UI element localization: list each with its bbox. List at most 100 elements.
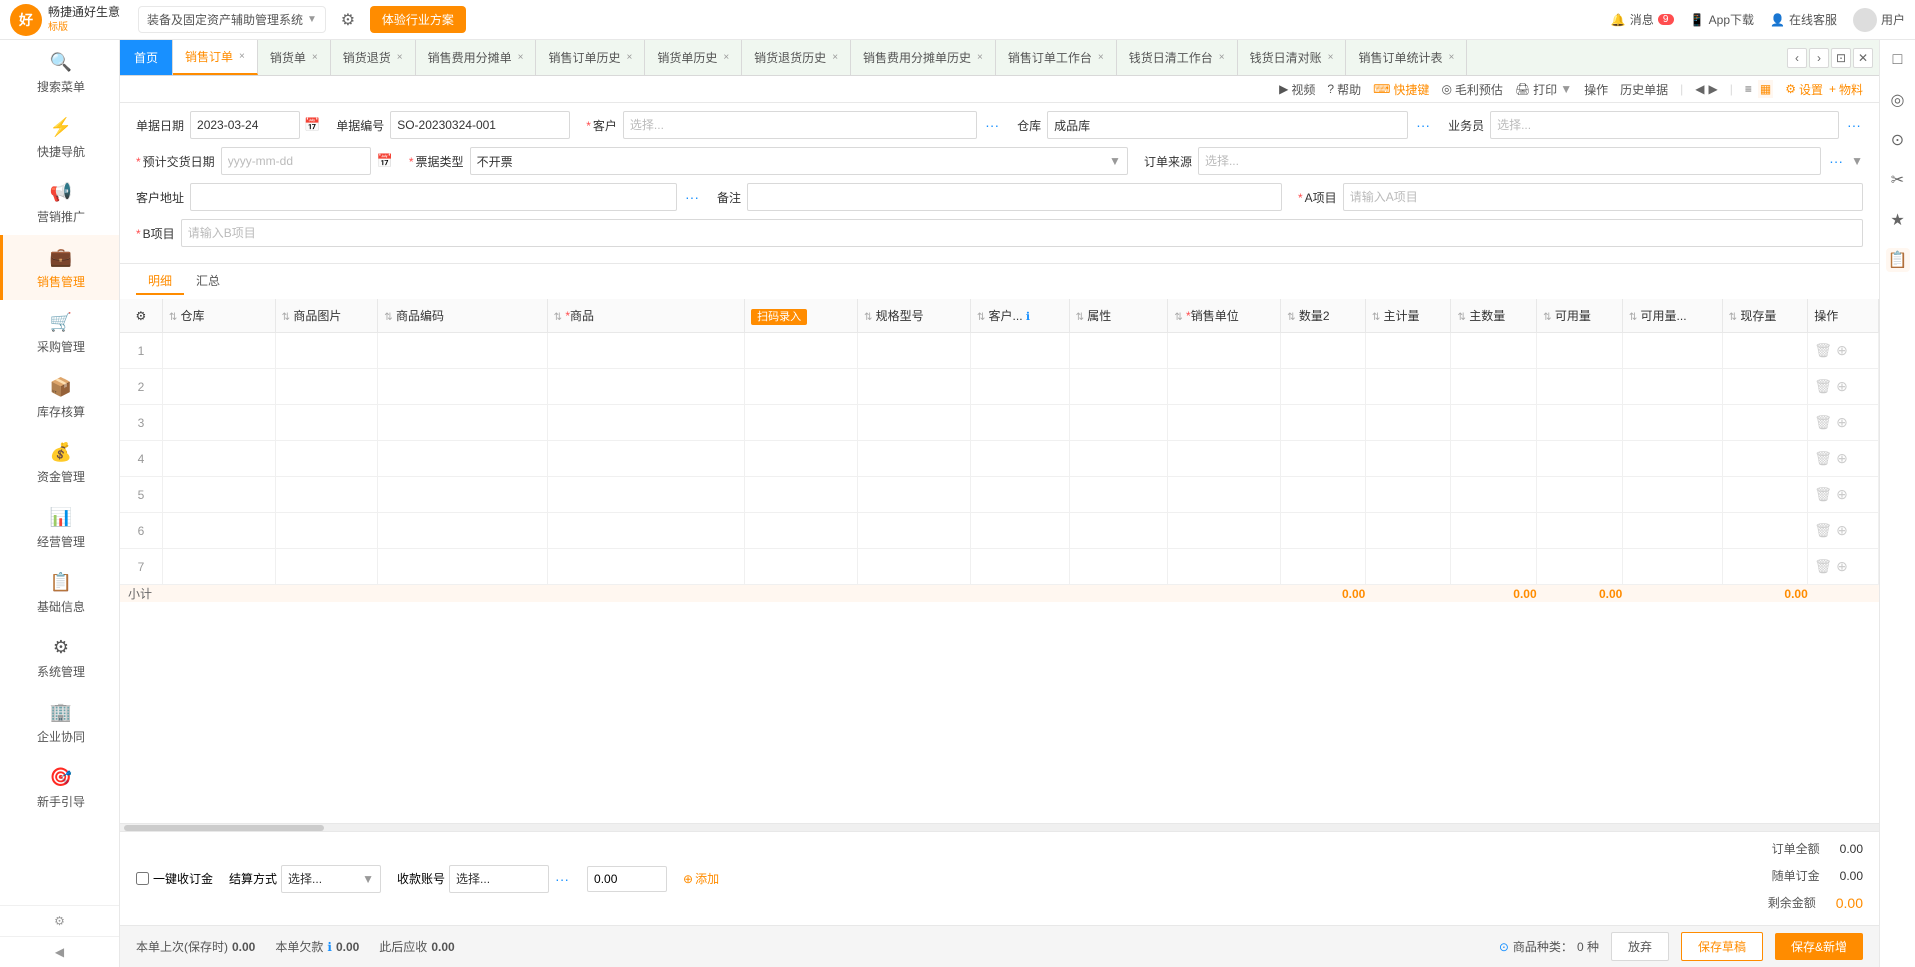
row-spec[interactable] <box>857 549 970 585</box>
tab-close-1[interactable]: × <box>239 51 245 62</box>
row-product[interactable] <box>547 369 745 405</box>
calendar-icon[interactable]: 📅 <box>304 117 320 133</box>
row-scan[interactable] <box>745 549 858 585</box>
operation-btn[interactable]: 操作 <box>1584 81 1608 98</box>
row-image[interactable] <box>275 333 378 369</box>
account-expand-btn[interactable]: ··· <box>553 871 571 887</box>
right-icon-1[interactable]: □ <box>1886 48 1910 72</box>
row-image[interactable] <box>275 405 378 441</box>
shortcut-btn[interactable]: ⌨ 快捷键 <box>1373 81 1429 98</box>
row-warehouse[interactable] <box>162 477 275 513</box>
row-main-qty[interactable] <box>1451 369 1537 405</box>
copy-icon[interactable]: ⊕ <box>1836 486 1848 503</box>
copy-icon[interactable]: ⊕ <box>1836 450 1848 467</box>
row-avail2[interactable] <box>1622 405 1722 441</box>
scroll-thumb[interactable] <box>124 825 324 831</box>
row-main-qty[interactable] <box>1451 333 1537 369</box>
row-spec[interactable] <box>857 369 970 405</box>
row-stock[interactable] <box>1722 513 1808 549</box>
help-btn[interactable]: ? 帮助 <box>1327 81 1361 98</box>
row-main-qty[interactable] <box>1451 441 1537 477</box>
account-select[interactable]: 选择... <box>449 865 549 893</box>
tab-expand-btn[interactable]: ⊡ <box>1831 48 1851 68</box>
tab-close-12[interactable]: × <box>1448 52 1454 63</box>
order-source-input[interactable] <box>1198 147 1821 175</box>
sidebar-item-inventory[interactable]: 📦 库存核算 <box>0 365 119 430</box>
copy-icon[interactable]: ⊕ <box>1836 522 1848 539</box>
right-icon-4[interactable]: ✂ <box>1886 168 1910 192</box>
col-code[interactable]: ⇅ 商品编码 <box>378 299 547 333</box>
row-qty2[interactable] <box>1281 369 1366 405</box>
row-unit[interactable] <box>1168 513 1281 549</box>
save-draft-button[interactable]: 保存草稿 <box>1681 932 1763 961</box>
row-attr[interactable] <box>1069 333 1168 369</box>
tab-close-3[interactable]: × <box>397 52 403 63</box>
sidebar-item-basic[interactable]: 📋 基础信息 <box>0 560 119 625</box>
row-warehouse[interactable] <box>162 369 275 405</box>
a-project-input[interactable] <box>1343 183 1863 211</box>
tab-detail[interactable]: 明细 <box>136 268 184 295</box>
sidebar-item-operations[interactable]: 📊 经营管理 <box>0 495 119 560</box>
row-avail[interactable] <box>1537 441 1623 477</box>
col-avail[interactable]: ⇅ 可用量 <box>1537 299 1623 333</box>
row-main-unit[interactable] <box>1365 549 1451 585</box>
row-image[interactable] <box>275 369 378 405</box>
tab-close-5[interactable]: × <box>626 52 632 63</box>
col-main-unit[interactable]: ⇅ 主计量 <box>1365 299 1451 333</box>
grid-view-btn[interactable]: ▦ <box>1758 80 1773 98</box>
row-qty2[interactable] <box>1281 333 1366 369</box>
tab-close-4[interactable]: × <box>518 52 524 63</box>
col-image[interactable]: ⇅ 商品图片 <box>275 299 378 333</box>
payment-amount-input[interactable] <box>587 866 667 892</box>
row-avail2[interactable] <box>1622 477 1722 513</box>
customer-input[interactable] <box>623 111 977 139</box>
tab-close-11[interactable]: × <box>1328 52 1334 63</box>
row-spec[interactable] <box>857 333 970 369</box>
app-download-btn[interactable]: 📱 App下载 <box>1690 11 1754 28</box>
tab-2[interactable]: 销货单× <box>258 40 331 75</box>
row-code[interactable] <box>378 333 547 369</box>
right-icon-5[interactable]: ★ <box>1886 208 1910 232</box>
settings-panel-btn[interactable]: ⚙ 设置 <box>1785 81 1823 98</box>
row-scan[interactable] <box>745 477 858 513</box>
row-qty2[interactable] <box>1281 513 1366 549</box>
row-attr[interactable] <box>1069 549 1168 585</box>
row-image[interactable] <box>275 441 378 477</box>
row-warehouse[interactable] <box>162 405 275 441</box>
delete-icon[interactable]: 🗑 <box>1814 486 1832 503</box>
tab-close-9[interactable]: × <box>1098 52 1104 63</box>
row-code[interactable] <box>378 549 547 585</box>
row-scan[interactable] <box>745 369 858 405</box>
sidebar-item-finance[interactable]: 💰 资金管理 <box>0 430 119 495</box>
salesperson-input[interactable] <box>1490 111 1839 139</box>
row-customer-code[interactable] <box>970 513 1069 549</box>
col-main-qty[interactable]: ⇅ 主数量 <box>1451 299 1537 333</box>
row-main-unit[interactable] <box>1365 405 1451 441</box>
row-avail[interactable] <box>1537 477 1623 513</box>
row-main-unit[interactable] <box>1365 333 1451 369</box>
abandon-button[interactable]: 放弃 <box>1611 932 1669 961</box>
customer-addr-input[interactable] <box>190 183 677 211</box>
col-unit[interactable]: ⇅ *销售单位 <box>1168 299 1281 333</box>
tab-close-6[interactable]: × <box>723 52 729 63</box>
copy-icon[interactable]: ⊕ <box>1836 414 1848 431</box>
sidebar-item-marketing[interactable]: 📢 营销推广 <box>0 170 119 235</box>
row-warehouse[interactable] <box>162 333 275 369</box>
prev-record-btn[interactable]: ◀ <box>1695 82 1704 96</box>
row-image[interactable] <box>275 549 378 585</box>
collapse-sidebar-btn[interactable]: ⚙ <box>0 905 119 936</box>
row-code[interactable] <box>378 405 547 441</box>
row-stock[interactable] <box>1722 405 1808 441</box>
payment-method-select[interactable]: 选择... ▼ <box>281 865 381 893</box>
row-product[interactable] <box>547 441 745 477</box>
delete-icon[interactable]: 🗑 <box>1814 450 1832 467</box>
tab-1[interactable]: 销售订单× <box>173 40 258 75</box>
system-selector[interactable]: 装备及固定资产辅助管理系统 ▼ <box>138 6 326 33</box>
customer-expand-btn[interactable]: ··· <box>983 117 1001 133</box>
row-main-qty[interactable] <box>1451 405 1537 441</box>
one-click-payment-checkbox[interactable]: 一键收订金 <box>136 870 213 887</box>
tab-close-10[interactable]: × <box>1219 52 1225 63</box>
row-code[interactable] <box>378 441 547 477</box>
row-avail2[interactable] <box>1622 549 1722 585</box>
row-avail2[interactable] <box>1622 369 1722 405</box>
